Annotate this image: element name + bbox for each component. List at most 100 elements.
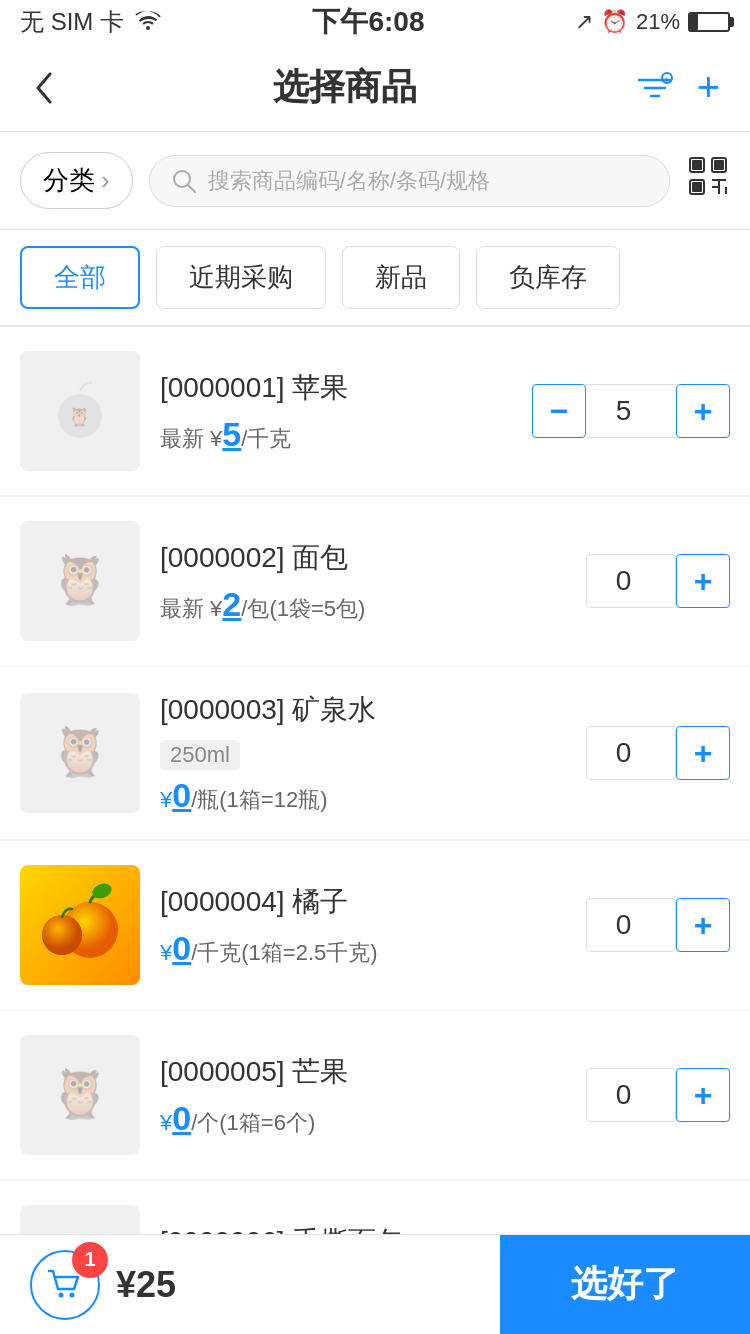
category-button[interactable]: 分类 › xyxy=(20,152,133,209)
qty-plus-0000002[interactable]: + xyxy=(676,554,730,608)
qty-control-0000001: − + xyxy=(532,384,730,438)
product-item-0000003: 🦉 [0000003] 矿泉水 250ml ¥0/瓶(1箱=12瓶) + xyxy=(0,667,750,839)
price-value: 5 xyxy=(222,415,241,453)
qty-input-0000003[interactable] xyxy=(586,726,676,780)
battery-icon xyxy=(688,12,730,32)
product-name-0000001: [0000001] 苹果 xyxy=(160,369,512,407)
wifi-icon xyxy=(134,8,162,36)
svg-text:🦉: 🦉 xyxy=(50,551,110,608)
alarm-icon: ⏰ xyxy=(601,9,628,35)
status-time: 下午6:08 xyxy=(312,3,424,41)
tab-all[interactable]: 全部 xyxy=(20,246,140,309)
cart-badge: 1 xyxy=(72,1242,108,1278)
product-image-0000005: 🦉 xyxy=(20,1035,140,1155)
product-name-0000003: [0000003] 矿泉水 xyxy=(160,691,566,729)
product-name-0000005: [0000005] 芒果 xyxy=(160,1053,566,1091)
back-button[interactable] xyxy=(30,66,58,110)
svg-point-29 xyxy=(59,1292,64,1297)
tab-bar: 全部 近期采购 新品 负库存 xyxy=(0,230,750,327)
search-placeholder: 搜索商品编码/名称/条码/规格 xyxy=(208,166,490,196)
battery-percent: 21% xyxy=(636,9,680,35)
confirm-button[interactable]: 选好了 xyxy=(500,1235,750,1335)
svg-line-6 xyxy=(188,185,195,192)
product-item-0000002: 🦉 [0000002] 面包 最新 ¥2/包(1袋=5包) + xyxy=(0,497,750,665)
status-bar: 无 SIM 卡 下午6:08 ↗ ⏰ 21% xyxy=(0,0,750,44)
product-price-0000002: 最新 ¥2/包(1袋=5包) xyxy=(160,585,566,624)
svg-rect-12 xyxy=(692,182,702,192)
product-info-0000003: [0000003] 矿泉水 250ml ¥0/瓶(1箱=12瓶) xyxy=(160,691,566,815)
qty-input-0000002[interactable] xyxy=(586,554,676,608)
location-icon: ↗ xyxy=(575,9,593,35)
price-prefix: ¥ xyxy=(160,787,172,812)
product-image-0000003: 🦉 xyxy=(20,693,140,813)
price-value: 0 xyxy=(172,1099,191,1137)
nav-left xyxy=(30,66,58,110)
placeholder-icon: 🦉 xyxy=(40,1055,120,1135)
svg-text:🦉: 🦉 xyxy=(50,723,110,780)
svg-point-30 xyxy=(70,1292,75,1297)
price-value: 2 xyxy=(222,585,241,623)
qty-plus-0000005[interactable]: + xyxy=(676,1068,730,1122)
category-label: 分类 xyxy=(43,163,95,198)
cart-section: 1 ¥25 xyxy=(0,1250,500,1320)
svg-point-24 xyxy=(42,915,82,955)
product-item-0000005: 🦉 [0000005] 芒果 ¥0/个(1箱=6个) + xyxy=(0,1011,750,1179)
qty-control-0000002: + xyxy=(586,554,730,608)
qty-control-0000003: + xyxy=(586,726,730,780)
placeholder-icon: 🦉 xyxy=(40,541,120,621)
svg-text:🦉: 🦉 xyxy=(50,1065,110,1122)
product-image-0000001: 🦉 xyxy=(20,351,140,471)
qty-minus-0000001[interactable]: − xyxy=(532,384,586,438)
search-icon xyxy=(170,167,198,195)
product-info-0000005: [0000005] 芒果 ¥0/个(1箱=6个) xyxy=(160,1053,566,1138)
price-prefix: 最新 ¥ xyxy=(160,426,222,451)
product-image-0000002: 🦉 xyxy=(20,521,140,641)
status-left: 无 SIM 卡 xyxy=(20,6,162,38)
category-chevron: › xyxy=(101,165,110,196)
price-unit: /千克(1箱=2.5千克) xyxy=(191,940,377,965)
nav-bar: 选择商品 ! + xyxy=(0,44,750,132)
filter-bar: 分类 › 搜索商品编码/名称/条码/规格 xyxy=(0,132,750,230)
qty-control-0000005: + xyxy=(586,1068,730,1122)
qty-plus-0000001[interactable]: + xyxy=(676,384,730,438)
scan-button[interactable] xyxy=(686,154,730,207)
price-value: 0 xyxy=(172,776,191,814)
qty-plus-0000003[interactable]: + xyxy=(676,726,730,780)
qty-plus-0000004[interactable]: + xyxy=(676,898,730,952)
product-image-0000004 xyxy=(20,865,140,985)
nav-right: ! + xyxy=(633,65,720,110)
qty-input-0000004[interactable] xyxy=(586,898,676,952)
product-info-0000004: [0000004] 橘子 ¥0/千克(1箱=2.5千克) xyxy=(160,883,566,968)
cart-icon-wrap[interactable]: 1 xyxy=(30,1250,100,1320)
svg-text:!: ! xyxy=(665,75,667,84)
price-prefix: ¥ xyxy=(160,940,172,965)
product-price-0000005: ¥0/个(1箱=6个) xyxy=(160,1099,566,1138)
svg-text:🦉: 🦉 xyxy=(68,406,91,428)
svg-rect-10 xyxy=(714,160,724,170)
svg-rect-8 xyxy=(692,160,702,170)
product-name-0000004: [0000004] 橘子 xyxy=(160,883,566,921)
qty-input-0000001[interactable] xyxy=(586,384,676,438)
product-list: 🦉 [0000001] 苹果 最新 ¥5/千克 − + 🦉 [0000002] … xyxy=(0,327,750,1334)
product-info-0000001: [0000001] 苹果 最新 ¥5/千克 xyxy=(160,369,512,454)
price-value: 0 xyxy=(172,929,191,967)
product-item-0000004: [0000004] 橘子 ¥0/千克(1箱=2.5千克) + xyxy=(0,841,750,1009)
tab-recent[interactable]: 近期采购 xyxy=(156,246,326,309)
product-spec-0000003: 250ml xyxy=(160,740,240,770)
product-name-0000002: [0000002] 面包 xyxy=(160,539,566,577)
tab-new[interactable]: 新品 xyxy=(342,246,460,309)
filter-button[interactable]: ! xyxy=(633,66,677,110)
tab-negative[interactable]: 负库存 xyxy=(476,246,620,309)
scan-icon xyxy=(686,154,730,198)
product-price-0000001: 最新 ¥5/千克 xyxy=(160,415,512,454)
product-price-0000003: ¥0/瓶(1箱=12瓶) xyxy=(160,776,566,815)
placeholder-icon: 🦉 xyxy=(40,371,120,451)
add-button[interactable]: + xyxy=(697,65,720,110)
qty-control-0000004: + xyxy=(586,898,730,952)
qty-input-0000005[interactable] xyxy=(586,1068,676,1122)
product-info-0000002: [0000002] 面包 最新 ¥2/包(1袋=5包) xyxy=(160,539,566,624)
price-unit: /千克 xyxy=(241,426,291,451)
search-box[interactable]: 搜索商品编码/名称/条码/规格 xyxy=(149,155,670,207)
orange-illustration xyxy=(30,875,130,975)
product-price-0000004: ¥0/千克(1箱=2.5千克) xyxy=(160,929,566,968)
